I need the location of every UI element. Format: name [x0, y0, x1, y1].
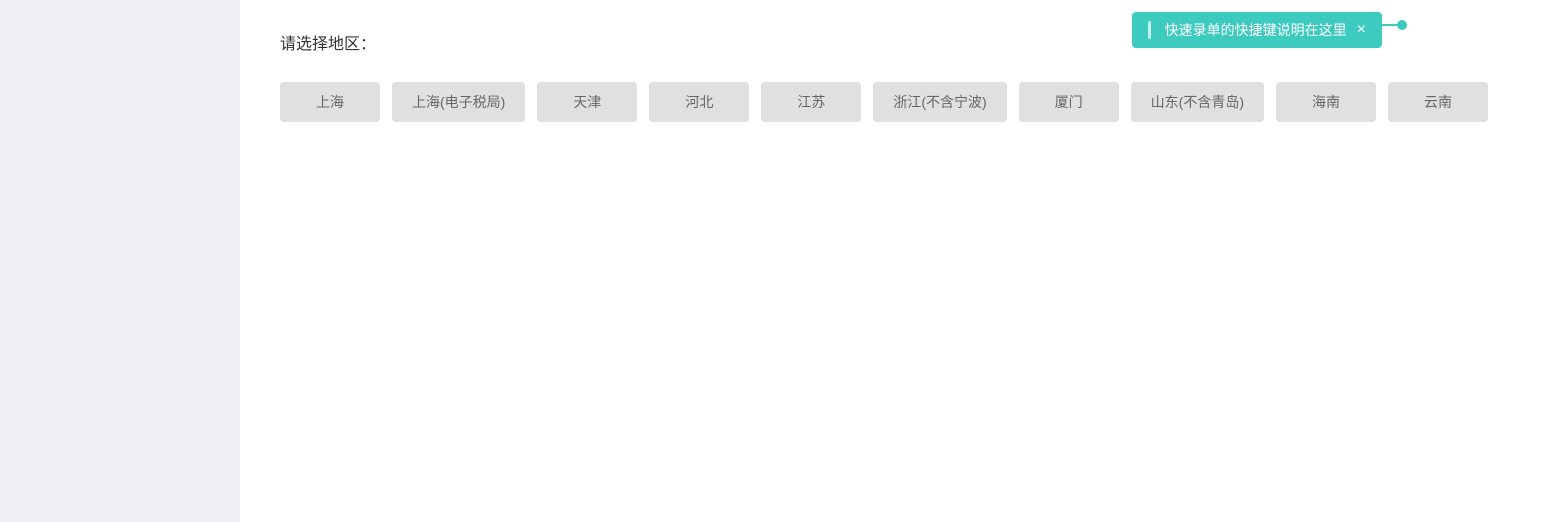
region-btn-jiangsu[interactable]: 江苏 — [761, 82, 861, 122]
tooltip-bubble: 快速录单的快捷键说明在这里 × — [1132, 12, 1382, 48]
region-btn-shanghai-etax[interactable]: 上海(电子税局) — [392, 82, 525, 122]
region-btn-shandong[interactable]: 山东(不含青岛) — [1131, 82, 1264, 122]
tooltip-close-button[interactable]: × — [1357, 22, 1366, 38]
region-grid: 上海上海(电子税局) 天津河北江苏浙江(不含宁波) 厦门山东(不含青岛) 海南云南 — [280, 82, 1522, 122]
region-btn-hainan[interactable]: 海南 — [1276, 82, 1376, 122]
region-btn-zhejiang[interactable]: 浙江(不含宁波) — [873, 82, 1006, 122]
tooltip-text: 快速录单的快捷键说明在这里 — [1165, 20, 1347, 40]
region-btn-shanghai[interactable]: 上海 — [280, 82, 380, 122]
main-content: 请选择地区： 上海上海(电子税局)天津河北江苏浙江(不含宁波)厦门山东(不含青岛… — [240, 0, 1562, 522]
region-btn-xiamen[interactable]: 厦门 — [1019, 82, 1119, 122]
region-btn-yunnan[interactable]: 云南 — [1388, 82, 1488, 122]
sidebar — [0, 0, 240, 522]
tooltip-dot — [1397, 20, 1407, 30]
region-btn-tianjin[interactable]: 天津 — [537, 82, 637, 122]
region-btn-hebei[interactable]: 河北 — [649, 82, 749, 122]
